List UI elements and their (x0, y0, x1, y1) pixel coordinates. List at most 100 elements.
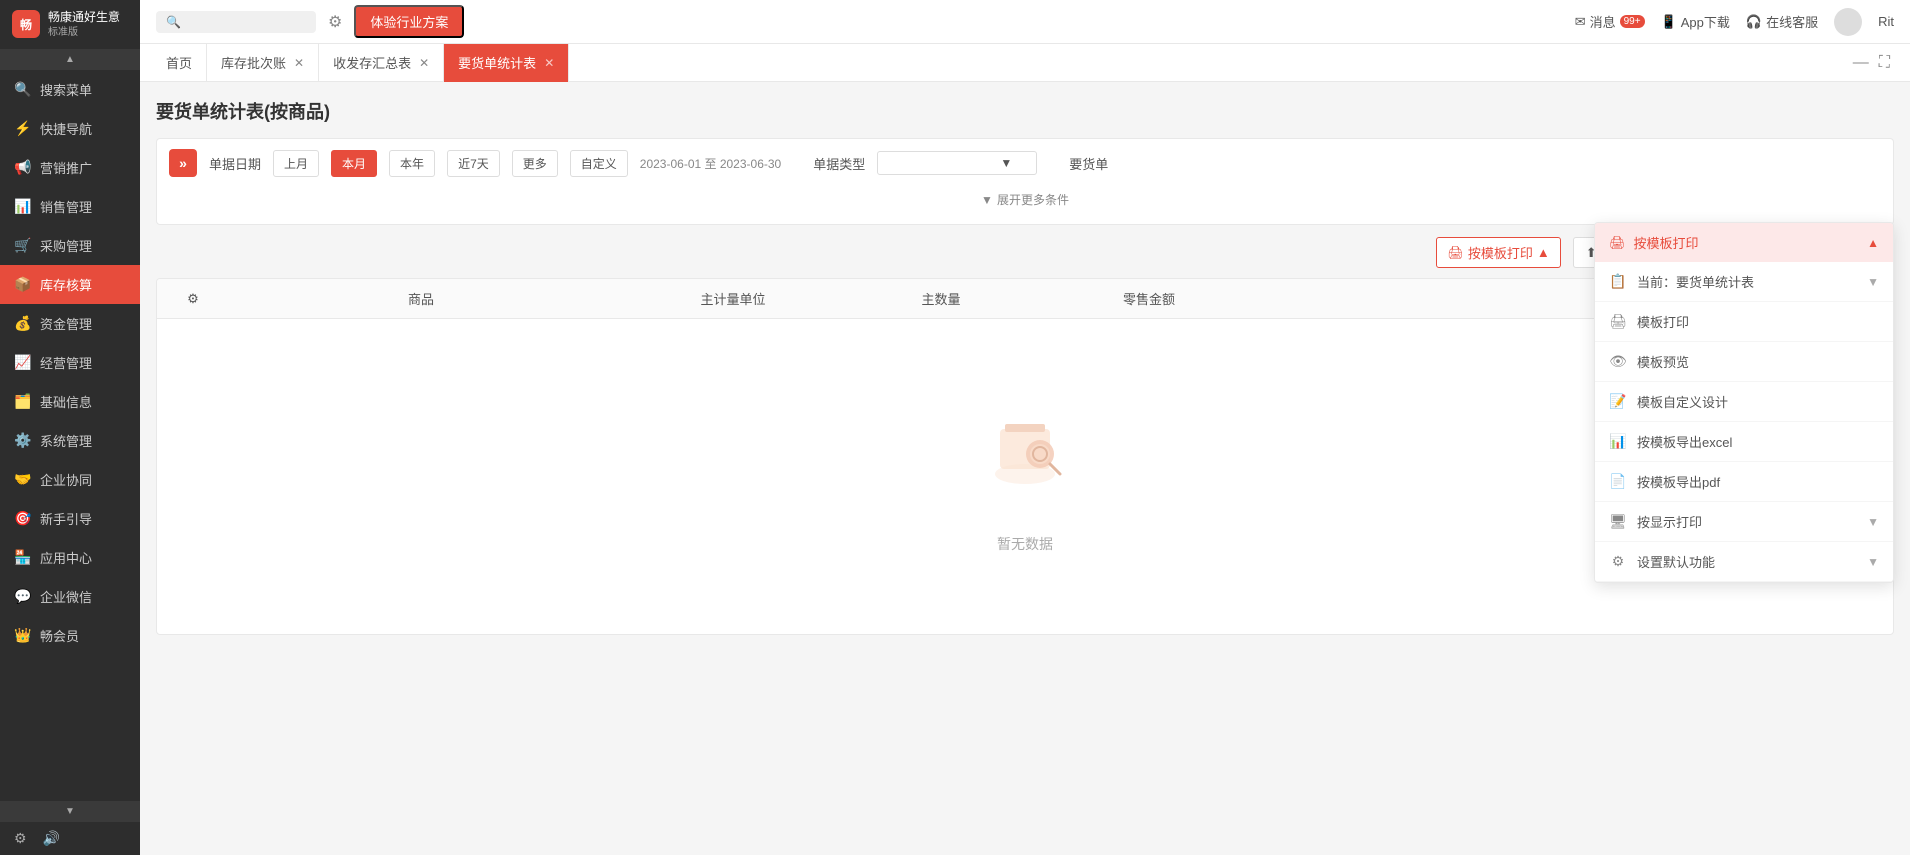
display-print-expand-icon: ▼ (1867, 515, 1879, 529)
tab-bar: 首页 库存批次账 ✕ 收发存汇总表 ✕ 要货单统计表 ✕ — ⛶ (140, 44, 1910, 82)
sidebar-item-quick-nav[interactable]: ⚡ 快捷导航 (0, 109, 140, 148)
expand-icon[interactable]: ⛶ (1879, 54, 1890, 72)
date-btn-more[interactable]: 更多 (512, 150, 558, 177)
topbar: 🔍 ⚙ 体验行业方案 ✉ 消息 99+ 📱 App下载 🎧 在线客服 Rit (140, 0, 1910, 44)
guide-icon: 🎯 (14, 509, 32, 527)
purchase-icon: 🛒 (14, 236, 32, 254)
expand-btn-label: 展开更多条件 (997, 191, 1069, 208)
dropdown-header: 🖨 按模板打印 ▲ (1595, 223, 1893, 262)
dropdown-item-template-excel[interactable]: 📊 按模板导出excel (1595, 422, 1893, 462)
app-name: 畅康通好生意 标准版 (48, 10, 120, 39)
dropdown-header-left: 🖨 按模板打印 (1609, 233, 1699, 252)
sidebar-item-finance[interactable]: 💰 资金管理 (0, 304, 140, 343)
col-product: 商品 (213, 289, 629, 308)
template-preview-icon: 👁 (1609, 353, 1627, 370)
gear-icon[interactable]: ⚙ (328, 12, 342, 32)
date-btn-this-year[interactable]: 本年 (389, 150, 435, 177)
template-design-icon: 📝 (1609, 393, 1627, 410)
dropdown-item-display-print[interactable]: 🖥 按显示打印 ▼ (1595, 502, 1893, 542)
quick-nav-icon: ⚡ (14, 119, 32, 137)
order-goods-label: 要货单 (1069, 154, 1108, 173)
empty-state-text: 暂无数据 (997, 534, 1053, 554)
sidebar-item-marketing[interactable]: 📢 营销推广 (0, 148, 140, 187)
col-unit: 主计量单位 (629, 289, 837, 308)
search-nav-icon: 🔍 (14, 80, 32, 98)
date-btn-custom[interactable]: 自定义 (570, 150, 628, 177)
close-receipts-summary-tab[interactable]: ✕ (419, 56, 429, 70)
page-content: 要货单统计表(按商品) » 单据日期 上月 本月 本年 近7天 更多 自定义 2… (140, 82, 1910, 855)
sidebar-item-search[interactable]: 🔍 搜索菜单 (0, 70, 140, 109)
topbar-actions: ✉ 消息 99+ 📱 App下载 🎧 在线客服 Rit (1575, 8, 1894, 36)
close-order-stats-tab[interactable]: ✕ (544, 56, 554, 70)
order-type-select[interactable]: ▼ (877, 151, 1037, 175)
sidebar-scroll-down[interactable]: ▼ (0, 801, 140, 821)
sidebar-item-purchase[interactable]: 🛒 采购管理 (0, 226, 140, 265)
dropdown-item-default-function[interactable]: ⚙ 设置默认功能 ▼ (1595, 542, 1893, 582)
sidebar-item-member[interactable]: 👑 畅会员 (0, 616, 140, 655)
default-function-icon: ⚙ (1609, 553, 1627, 570)
tab-receipts-summary[interactable]: 收发存汇总表 ✕ (319, 44, 444, 82)
sidebar-nav: 🔍 搜索菜单 ⚡ 快捷导航 📢 营销推广 📊 销售管理 🛒 采购管理 📦 库存核… (0, 70, 140, 801)
appstore-icon: 🏪 (14, 548, 32, 566)
marketing-icon: 📢 (14, 158, 32, 176)
print-header-icon: 🖨 (1609, 235, 1626, 251)
sidebar-item-collab[interactable]: 🤝 企业协同 (0, 460, 140, 499)
sidebar-item-basic[interactable]: 🗂️ 基础信息 (0, 382, 140, 421)
inventory-icon: 📦 (14, 275, 32, 293)
date-btn-this-month[interactable]: 本月 (331, 150, 377, 177)
sidebar-item-guide[interactable]: 🎯 新手引导 (0, 499, 140, 538)
system-icon: ⚙️ (14, 431, 32, 449)
tab-order-stats[interactable]: 要货单统计表 ✕ (444, 44, 569, 82)
user-avatar[interactable] (1834, 8, 1862, 36)
operations-icon: 📈 (14, 353, 32, 371)
tab-inventory-batch[interactable]: 库存批次账 ✕ (207, 44, 319, 82)
dropdown-item-template-pdf[interactable]: 📄 按模板导出pdf (1595, 462, 1893, 502)
sidebar-item-appstore[interactable]: 🏪 应用中心 (0, 538, 140, 577)
template-excel-icon: 📊 (1609, 433, 1627, 450)
order-type-label: 单据类型 (813, 154, 865, 173)
dropdown-item-template-preview[interactable]: 👁 模板预览 (1595, 342, 1893, 382)
template-icon: 📋 (1609, 273, 1627, 290)
finance-icon: 💰 (14, 314, 32, 332)
sidebar-item-operations[interactable]: 📈 经营管理 (0, 343, 140, 382)
date-btn-7days[interactable]: 近7天 (447, 150, 500, 177)
sidebar-item-sales[interactable]: 📊 销售管理 (0, 187, 140, 226)
print-template-button[interactable]: 🖨 按模板打印 ▲ (1436, 237, 1560, 268)
logo-icon: 畅 (12, 10, 40, 38)
app-download-action[interactable]: 📱 App下载 (1661, 12, 1730, 31)
filter-bar: » 单据日期 上月 本月 本年 近7天 更多 自定义 2023-06-01 至 … (156, 138, 1894, 225)
close-inventory-batch-tab[interactable]: ✕ (294, 56, 304, 70)
sidebar-settings-icon[interactable]: ⚙ (14, 830, 27, 847)
topbar-search[interactable]: 🔍 (156, 11, 316, 33)
sidebar-scroll-up[interactable]: ▲ (0, 50, 140, 70)
dropdown-chevron-icon[interactable]: ▲ (1867, 236, 1879, 250)
filter-row-date: » 单据日期 上月 本月 本年 近7天 更多 自定义 2023-06-01 至 … (169, 149, 1881, 177)
col-qty: 主数量 (837, 289, 1045, 308)
expand-more-btn[interactable]: ▼ 展开更多条件 (969, 189, 1081, 210)
wechat-icon: 💬 (14, 587, 32, 605)
dropdown-item-template-print[interactable]: 🖨 模板打印 (1595, 302, 1893, 342)
dropdown-current-template[interactable]: 📋 当前：要货单统计表 ▼ (1595, 262, 1893, 302)
default-function-expand-icon: ▼ (1867, 555, 1879, 569)
sidebar-sound-icon[interactable]: 🔊 (43, 830, 60, 847)
col-settings[interactable]: ⚙ (173, 291, 213, 307)
date-btn-last-month[interactable]: 上月 (273, 150, 319, 177)
empty-state-icon (975, 399, 1075, 518)
tab-home[interactable]: 首页 (152, 44, 207, 82)
search-icon: 🔍 (166, 15, 181, 29)
page-title: 要货单统计表(按商品) (156, 98, 1894, 124)
trial-button[interactable]: 体验行业方案 (354, 5, 464, 38)
template-print-icon: 🖨 (1609, 313, 1627, 330)
sidebar-item-system[interactable]: ⚙️ 系统管理 (0, 421, 140, 460)
sidebar-item-wechat[interactable]: 💬 企业微信 (0, 577, 140, 616)
date-label: 单据日期 (209, 154, 261, 173)
date-range: 2023-06-01 至 2023-06-30 (640, 155, 781, 172)
message-action[interactable]: ✉ 消息 99+ (1575, 12, 1645, 31)
filter-toggle-button[interactable]: » (169, 149, 197, 177)
online-service-action[interactable]: 🎧 在线客服 (1746, 12, 1818, 31)
minimize-icon[interactable]: — (1853, 54, 1869, 72)
sidebar-bottom: ⚙ 🔊 (0, 821, 140, 855)
sidebar-item-inventory[interactable]: 📦 库存核算 (0, 265, 140, 304)
template-expand-icon: ▼ (1867, 275, 1879, 289)
dropdown-item-template-design[interactable]: 📝 模板自定义设计 (1595, 382, 1893, 422)
